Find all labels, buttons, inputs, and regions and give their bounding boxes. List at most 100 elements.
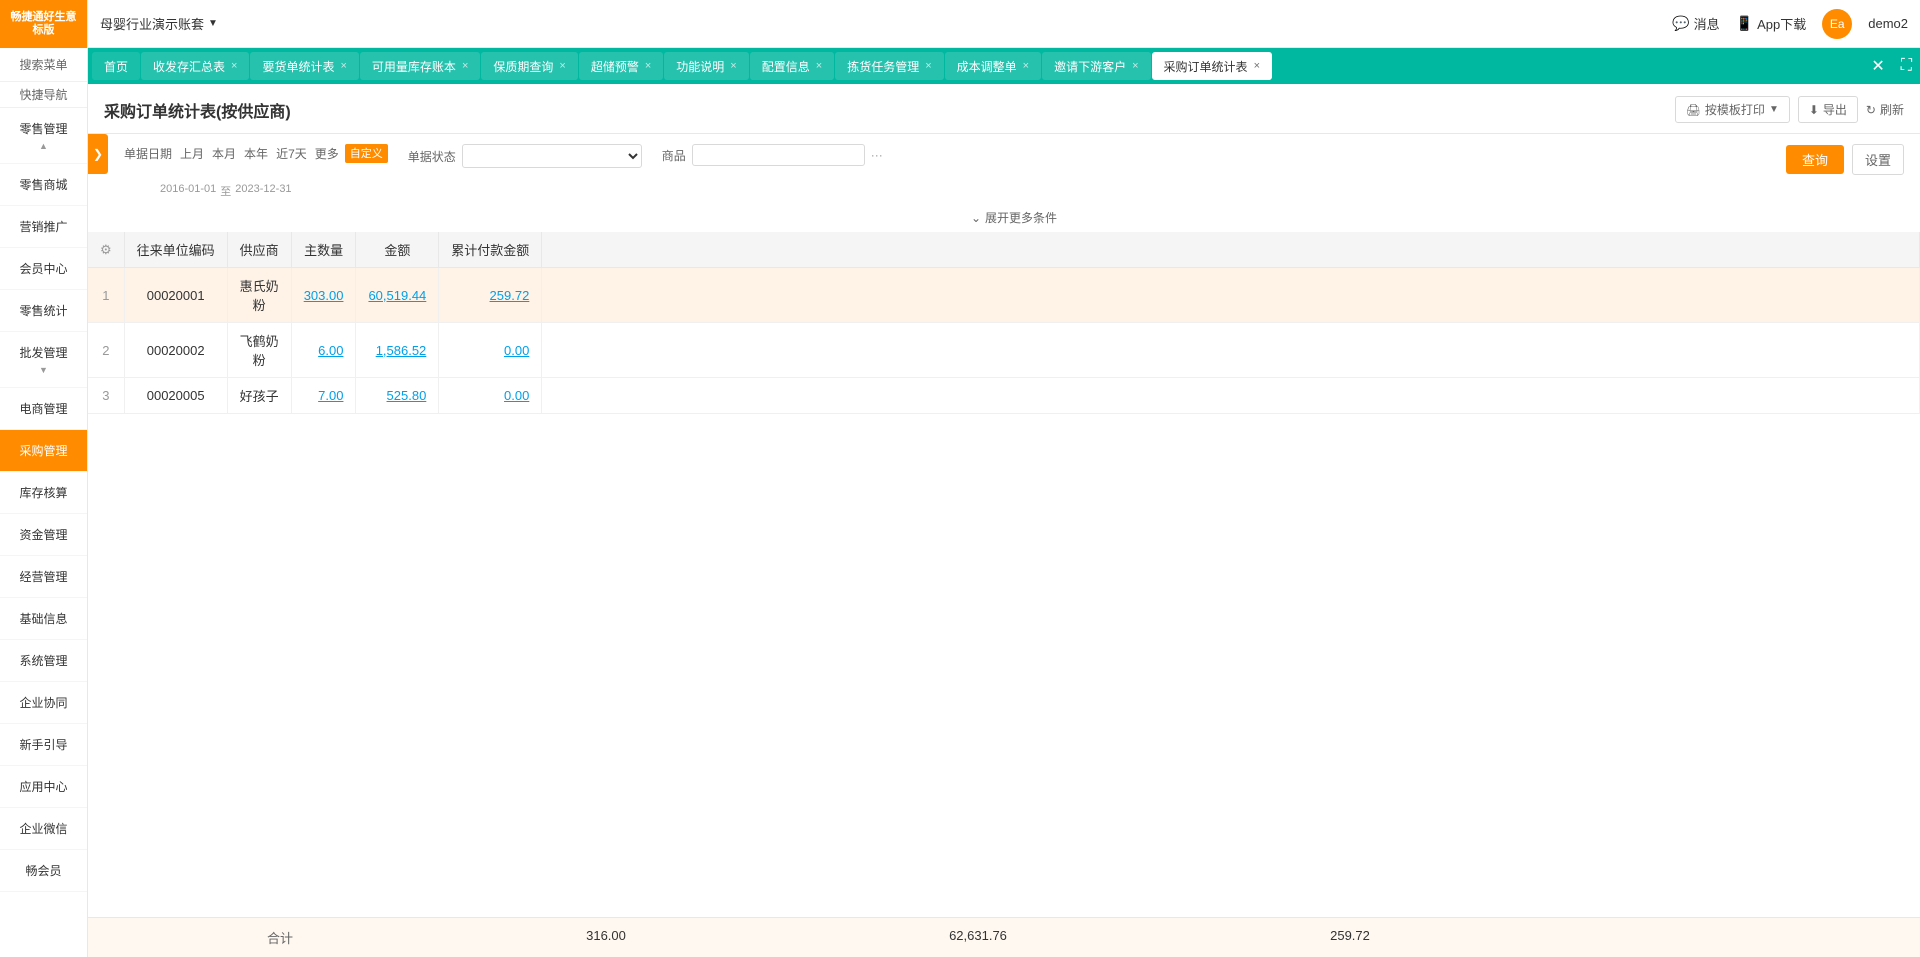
page-header-actions: 🖨 按模板打印 ▼ ⬇ 导出 ↻ 刷新 [1675,96,1904,133]
last-month-btn[interactable]: 上月 [178,144,206,163]
sidebar-item-marketing[interactable]: 营销推广 [0,206,87,248]
tab-close-icon[interactable]: × [1023,60,1029,72]
sidebar-item-retail-label: 零售管理 [19,120,67,137]
sidebar-item-ecommerce[interactable]: 电商管理 [0,388,87,430]
tab-oversupply-label: 超储预警 [591,58,639,75]
tab-oversupply[interactable]: 超储预警 × [579,52,663,80]
tab-close-icon[interactable]: × [340,60,346,72]
tab-close-icon[interactable]: × [730,60,736,72]
tab-available-stock[interactable]: 可用量库存账本 × [360,52,480,80]
table-footer: 合计 316.00 62,631.76 259.72 [88,917,1920,957]
sidebar-item-system[interactable]: 系统管理 [0,640,87,682]
sidebar-item-vip[interactable]: 畅会员 [0,850,87,892]
this-year-btn[interactable]: 本年 [242,144,270,163]
row-index: 1 [88,268,124,323]
print-button[interactable]: 🖨 按模板打印 ▼ [1675,96,1790,123]
expand-more-label: 展开更多条件 [985,209,1057,226]
table-row[interactable]: 2 00020002 飞鹤奶粉 6.00 1,586.52 0.00 [88,323,1920,378]
sidebar: 畅捷通好生意 标版 搜索菜单 快捷导航 零售管理 ▲ 零售商城 营销推广 会员中… [0,0,88,957]
tab-goods-stat[interactable]: 要货单统计表 × [250,52,358,80]
tab-invite-downstream[interactable]: 邀请下游客户 × [1042,52,1150,80]
tab-close-icon[interactable]: × [816,60,822,72]
tab-close-icon[interactable]: × [559,60,565,72]
this-month-btn[interactable]: 本月 [210,144,238,163]
refresh-button[interactable]: ↻ 刷新 [1866,101,1904,118]
query-button[interactable]: 查询 [1786,145,1844,174]
date-filter-group: 单据日期 上月 本月 本年 近7天 更多 自定义 [124,144,388,163]
tab-cost-adjust[interactable]: 成本调整单 × [945,52,1041,80]
footer-paid: 259.72 [1164,928,1536,947]
row-amount[interactable]: 1,586.52 [356,323,439,378]
date-shortcuts: 上月 本月 本年 近7天 更多 自定义 [178,144,388,163]
date-label: 单据日期 [124,145,172,162]
page-title: 采购订单统计表(按供应商) [104,98,291,122]
row-paid[interactable]: 259.72 [439,268,542,323]
filter-area: ❯ 单据日期 上月 本月 本年 近7天 更多 自定义 [88,134,1920,232]
tab-close-all-btn[interactable]: ✕ [1867,54,1888,78]
tab-close-icon[interactable]: × [1254,60,1260,72]
custom-date-badge[interactable]: 自定义 [345,144,388,163]
sidebar-item-wholesale[interactable]: 批发管理 ▼ [0,332,87,388]
tab-close-icon[interactable]: × [462,60,468,72]
tab-pick-task[interactable]: 拣货任务管理 × [835,52,943,80]
messages-btn[interactable]: 💬 消息 [1672,14,1719,33]
sidebar-item-finance[interactable]: 资金管理 [0,514,87,556]
app-download-btn[interactable]: 📱 App下载 [1736,14,1807,33]
sidebar-item-wechat[interactable]: 企业微信 [0,808,87,850]
tab-purchase-stat[interactable]: 采购订单统计表 × [1152,52,1272,80]
tab-cost-label: 成本调整单 [957,58,1017,75]
goods-input[interactable] [692,144,865,166]
tab-config[interactable]: 配置信息 × [750,52,834,80]
sidebar-item-retail-stat[interactable]: 零售统计 [0,290,87,332]
row-spacer [542,323,1920,378]
export-button[interactable]: ⬇ 导出 [1798,96,1858,123]
tab-collect-pay[interactable]: 收发存汇总表 × [141,52,249,80]
more-date-btn[interactable]: 更多 [313,144,341,163]
sidebar-item-search[interactable]: 搜索菜单 [0,48,87,82]
sidebar-item-newguide[interactable]: 新手引导 [0,724,87,766]
th-settings[interactable]: ⚙ [88,232,124,268]
table-row[interactable]: 1 00020001 惠氏奶粉 303.00 60,519.44 259.72 [88,268,1920,323]
tab-features[interactable]: 功能说明 × [664,52,748,80]
sidebar-item-inventory[interactable]: 库存核算 [0,472,87,514]
status-select[interactable] [462,144,642,168]
tab-close-icon[interactable]: × [1132,60,1138,72]
row-paid[interactable]: 0.00 [439,323,542,378]
export-icon: ⬇ [1809,103,1819,117]
tab-close-icon[interactable]: × [925,60,931,72]
row-qty[interactable]: 7.00 [291,378,356,414]
row-amount[interactable]: 525.80 [356,378,439,414]
page-header-top: 采购订单统计表(按供应商) 🖨 按模板打印 ▼ ⬇ 导出 ↻ 刷新 [104,96,1904,133]
settings-button[interactable]: 设置 [1852,144,1904,175]
sidebar-item-basic[interactable]: 基础信息 [0,598,87,640]
logo-text: 畅捷通好生意 标版 [11,11,77,37]
user-avatar[interactable]: Ea [1822,9,1852,39]
expand-more-btn[interactable]: ⌄ 展开更多条件 [108,203,1920,232]
tab-available-stock-label: 可用量库存账本 [372,58,456,75]
tab-config-label: 配置信息 [762,58,810,75]
sidebar-item-purchase[interactable]: 采购管理 [0,430,87,472]
sidebar-item-enterprise[interactable]: 企业协同 [0,682,87,724]
tab-close-icon[interactable]: × [645,60,651,72]
tab-expiry-query[interactable]: 保质期查询 × [481,52,577,80]
th-spacer [542,232,1920,268]
tab-close-icon[interactable]: × [231,60,237,72]
filter-toggle-btn[interactable]: ❯ [88,134,108,174]
row-qty[interactable]: 6.00 [291,323,356,378]
last-7-days-btn[interactable]: 近7天 [274,144,309,163]
sidebar-item-operations[interactable]: 经营管理 [0,556,87,598]
sidebar-item-member[interactable]: 会员中心 [0,248,87,290]
tab-maximize-btn[interactable]: ⛶ [1897,55,1916,77]
account-selector[interactable]: 母婴行业演示账套 ▼ [100,14,218,33]
table-row[interactable]: 3 00020005 好孩子 7.00 525.80 0.00 [88,378,1920,414]
row-amount[interactable]: 60,519.44 [356,268,439,323]
sidebar-item-appcenter[interactable]: 应用中心 [0,766,87,808]
sidebar-item-retail[interactable]: 零售管理 ▲ [0,108,87,164]
sidebar-item-quicknav[interactable]: 快捷导航 [0,82,87,108]
tab-home[interactable]: 首页 [92,52,140,80]
row-qty[interactable]: 303.00 [291,268,356,323]
sidebar-item-retail-shop[interactable]: 零售商城 [0,164,87,206]
chevron-down-icon: ▼ [208,18,218,29]
row-paid[interactable]: 0.00 [439,378,542,414]
goods-more-icon[interactable]: ··· [871,148,883,162]
